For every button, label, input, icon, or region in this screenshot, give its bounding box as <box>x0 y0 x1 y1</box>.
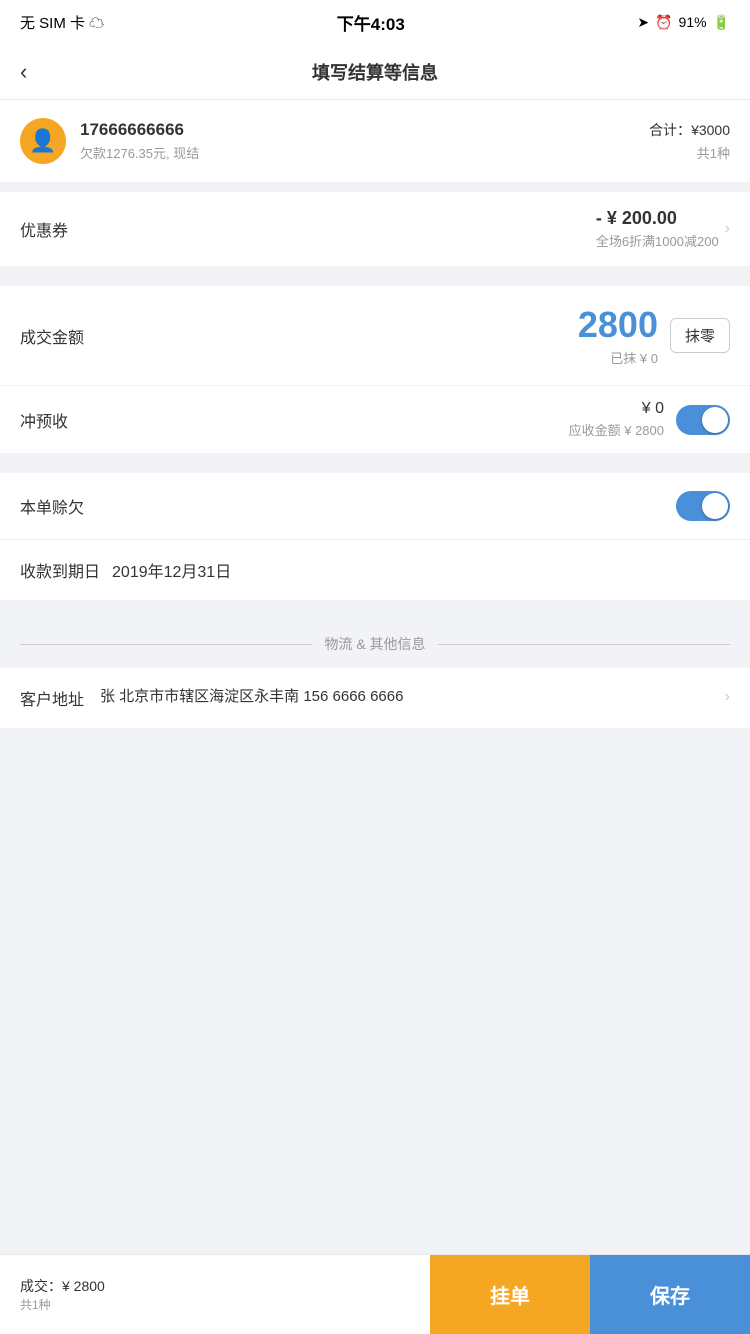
coupon-row[interactable]: 优惠券 - ¥ 200.00 全场6折满1000减200 › <box>0 192 750 266</box>
avatar: 👤 <box>20 118 66 164</box>
prepay-value: ¥ 0 <box>569 400 664 418</box>
toggle-circle <box>702 407 728 433</box>
customer-info: 17666666666 欠款1276.35元, 现结 <box>80 120 199 162</box>
status-left: 无 SIM 卡 ☁ <box>20 12 104 33</box>
customer-left: 👤 17666666666 欠款1276.35元, 现结 <box>20 118 199 164</box>
coupon-discount: - ¥ 200.00 <box>596 208 719 229</box>
customer-phone: 17666666666 <box>80 120 199 140</box>
bottom-deal-label: 成交：¥ 2800 <box>20 1276 410 1296</box>
main-content: 👤 17666666666 欠款1276.35元, 现结 合计：¥3000 共1… <box>0 100 750 808</box>
status-bar: 无 SIM 卡 ☁ 下午4:03 ➤ ⏰ 91% 🔋 <box>0 0 750 44</box>
customer-right: 合计：¥3000 共1种 <box>649 120 730 162</box>
credit-toggle[interactable] <box>676 491 730 521</box>
nav-bar: ‹ 填写结算等信息 <box>0 44 750 100</box>
alarm-icon: ⏰ <box>655 14 672 31</box>
logistics-section: 物流 & 其他信息 <box>0 620 750 668</box>
customer-card: 👤 17666666666 欠款1276.35元, 现结 合计：¥3000 共1… <box>0 100 750 182</box>
logistics-text: 物流 & 其他信息 <box>324 634 425 654</box>
address-row[interactable]: 客户地址 张 北京市市辖区海淀区永丰南 156 6666 6666 › <box>0 668 750 728</box>
divider-line-left <box>20 644 312 645</box>
prepay-toggle[interactable] <box>676 405 730 435</box>
due-label: 收款到期日 <box>20 558 100 582</box>
coupon-chevron-icon: › <box>725 220 730 238</box>
prepay-row: 冲预收 ¥ 0 应收金额 ¥ 2800 <box>0 385 750 453</box>
total-count: 共1种 <box>649 143 730 162</box>
coupon-right: - ¥ 200.00 全场6折满1000减200 › <box>596 208 730 250</box>
bottom-count: 共1种 <box>20 1296 410 1313</box>
page-title: 填写结算等信息 <box>312 59 438 85</box>
prepay-sub-text: 应收金额 ¥ 2800 <box>569 420 664 439</box>
sim-status: 无 SIM 卡 ☁ <box>20 12 104 33</box>
credit-section: 本单赊欠 <box>0 473 750 539</box>
status-time: 下午4:03 <box>337 10 405 35</box>
divider-line-right <box>438 644 730 645</box>
location-icon: ➤ <box>637 14 649 31</box>
battery-icon: 🔋 <box>713 14 730 31</box>
amount-right: 2800 已抹 ¥ 0 抹零 <box>578 304 730 367</box>
total-label: 合计：¥3000 <box>649 120 730 140</box>
section-gap-3 <box>0 600 750 610</box>
credit-label: 本单赊欠 <box>20 494 84 518</box>
round-zero-button[interactable]: 抹零 <box>670 318 730 353</box>
footer-spacer <box>0 728 750 808</box>
coupon-discount-wrapper: - ¥ 200.00 全场6折满1000减200 <box>596 208 719 250</box>
address-content: 张 北京市市辖区海淀区永丰南 156 6666 6666 <box>100 686 725 709</box>
amount-section: 成交金额 2800 已抹 ¥ 0 抹零 冲预收 ¥ 0 应收金额 ¥ 2800 <box>0 286 750 453</box>
customer-sub-info: 欠款1276.35元, 现结 <box>80 143 199 162</box>
battery-status: 91% <box>679 14 707 30</box>
address-chevron-icon: › <box>725 688 730 706</box>
amount-value-wrapper: 2800 已抹 ¥ 0 <box>578 304 658 367</box>
due-section: 收款到期日 2019年12月31日 <box>0 539 750 600</box>
coupon-label: 优惠券 <box>20 217 68 241</box>
coupon-description: 全场6折满1000减200 <box>596 231 719 250</box>
prepay-label: 冲预收 <box>20 408 68 432</box>
amount-sub-text: 已抹 ¥ 0 <box>578 348 658 367</box>
pending-button[interactable]: 挂单 <box>430 1255 590 1334</box>
logistics-divider: 物流 & 其他信息 <box>20 634 730 654</box>
save-button[interactable]: 保存 <box>590 1255 750 1334</box>
prepay-right: ¥ 0 应收金额 ¥ 2800 <box>569 400 730 439</box>
credit-row: 本单赊欠 <box>0 473 750 539</box>
address-label: 客户地址 <box>20 686 100 710</box>
address-section: 客户地址 张 北京市市辖区海淀区永丰南 156 6666 6666 › <box>0 668 750 728</box>
amount-value: 2800 <box>578 304 658 346</box>
section-gap-2 <box>0 453 750 463</box>
amount-label: 成交金额 <box>20 324 84 348</box>
status-right: ➤ ⏰ 91% 🔋 <box>637 14 730 31</box>
amount-row: 成交金额 2800 已抹 ¥ 0 抹零 <box>0 286 750 385</box>
due-date-value: 2019年12月31日 <box>112 558 231 582</box>
bottom-bar: 成交：¥ 2800 共1种 挂单 保存 <box>0 1254 750 1334</box>
prepay-amount: ¥ 0 应收金额 ¥ 2800 <box>569 400 664 439</box>
due-row: 收款到期日 2019年12月31日 <box>0 540 750 600</box>
section-gap-1 <box>0 276 750 286</box>
back-button[interactable]: ‹ <box>20 59 27 85</box>
toggle-circle-2 <box>702 493 728 519</box>
bottom-summary: 成交：¥ 2800 共1种 <box>0 1276 430 1313</box>
